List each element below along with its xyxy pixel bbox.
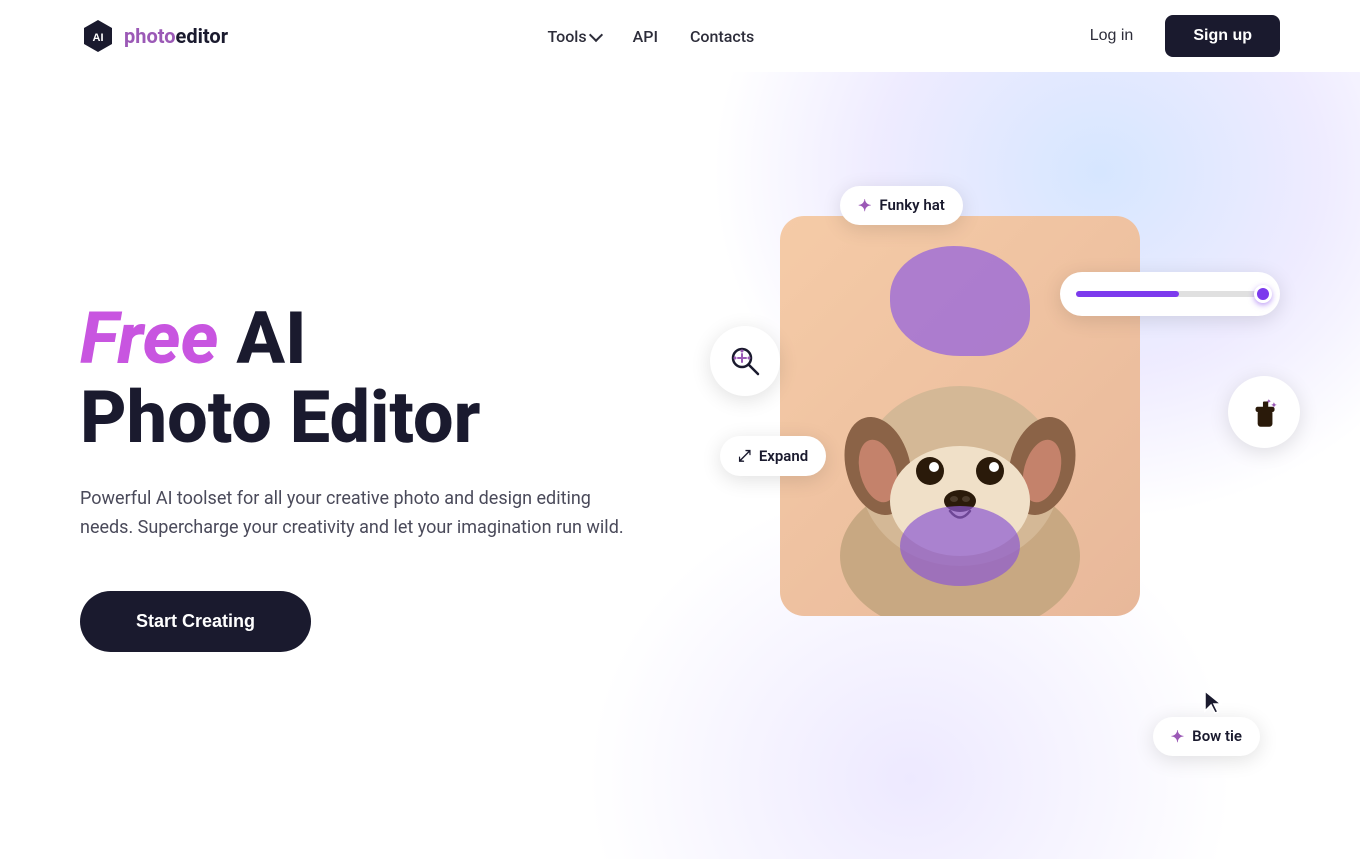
badge-bow-tie: ✦ Bow tie xyxy=(1153,717,1260,756)
hero-title-ai: AI xyxy=(218,296,306,381)
hero-illustration: ✦ Funky hat ⤢ xyxy=(700,176,1280,776)
hero-title-free: Free xyxy=(80,296,218,381)
hero-subtitle: Powerful AI toolset for all your creativ… xyxy=(80,485,640,543)
hero-left: Free AI Photo Editor Powerful AI toolset… xyxy=(80,299,660,652)
nav-contacts[interactable]: Contacts xyxy=(690,27,754,46)
slider-track xyxy=(1076,291,1264,297)
badge-funky-hat: ✦ Funky hat xyxy=(840,186,963,225)
nav-auth: Log in Sign up xyxy=(1074,15,1280,57)
logo-text: photoeditor xyxy=(124,24,228,48)
sparkle-icon: ✦ xyxy=(858,196,871,215)
svg-text:✦: ✦ xyxy=(1266,397,1271,405)
slider-thumb xyxy=(1254,285,1272,303)
slider-fill xyxy=(1076,291,1179,297)
zoom-icon xyxy=(727,343,763,379)
navbar: AI photoeditor Tools API Contacts Log in… xyxy=(0,0,1360,72)
slider-bar[interactable] xyxy=(1060,272,1280,316)
magic-wand-icon: ✦ ✦ xyxy=(1245,393,1283,431)
hero-section: Free AI Photo Editor Powerful AI toolset… xyxy=(0,72,1360,859)
badge-expand: ⤢ Expand xyxy=(720,436,826,476)
cursor-icon xyxy=(1203,689,1225,721)
nav-links: Tools API Contacts xyxy=(547,27,754,46)
hero-title: Free AI Photo Editor xyxy=(80,299,660,457)
nav-tools[interactable]: Tools xyxy=(547,27,600,46)
signup-button[interactable]: Sign up xyxy=(1165,15,1280,57)
expand-icon: ⤢ xyxy=(738,446,751,466)
chevron-down-icon xyxy=(589,27,603,41)
sparkle-icon-2: ✦ xyxy=(1171,727,1184,746)
svg-text:AI: AI xyxy=(93,32,104,44)
start-creating-button[interactable]: Start Creating xyxy=(80,591,311,652)
zoom-circle xyxy=(710,326,780,396)
cursor-svg xyxy=(1203,689,1225,715)
wand-circle: ✦ ✦ xyxy=(1228,376,1300,448)
logo[interactable]: AI photoeditor xyxy=(80,18,228,54)
nav-api[interactable]: API xyxy=(633,27,658,46)
blob-neck xyxy=(900,506,1020,586)
hero-title-line2: Photo Editor xyxy=(80,375,480,460)
logo-icon: AI xyxy=(80,18,116,54)
login-button[interactable]: Log in xyxy=(1074,19,1150,53)
